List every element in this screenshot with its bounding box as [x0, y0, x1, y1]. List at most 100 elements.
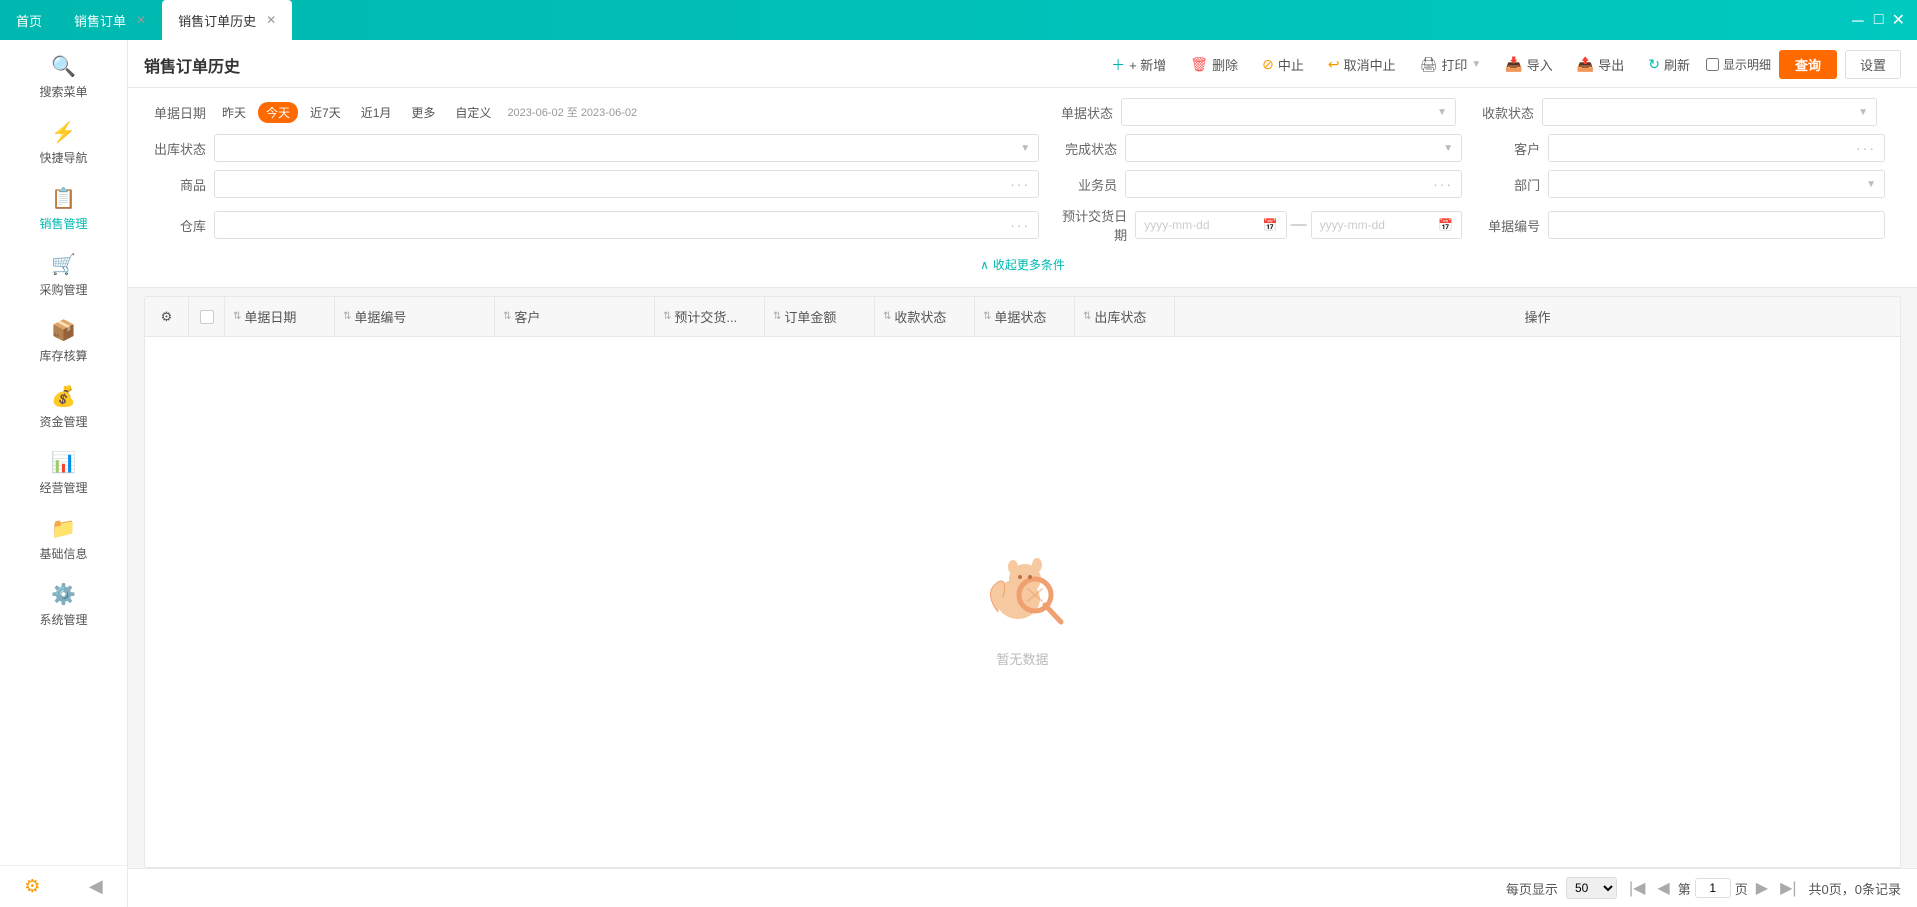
sidebar-item-finance-mgmt[interactable]: 💰 资金管理	[0, 374, 127, 440]
out-status-label: 出库状态	[144, 139, 214, 158]
tab-sales-order-history[interactable]: 销售订单历史 ✕	[162, 0, 292, 40]
th-amount-sort-icon: ⇅	[773, 311, 781, 322]
calendar-to-icon[interactable]: 📅	[1438, 218, 1453, 232]
page-suffix: 页	[1735, 879, 1748, 898]
filter-section-department: 部门 ▼	[1478, 170, 1885, 198]
per-page-select[interactable]: 10 20 50 100	[1566, 877, 1617, 899]
warehouse-input[interactable]: ···	[214, 211, 1039, 239]
per-page-label: 每页显示	[1506, 879, 1558, 898]
salesperson-dots-icon: ···	[1433, 176, 1453, 192]
main-content: 销售订单历史 ＋ + 新增 🗑 删除 ⊘ 中止 ↩ 取消中止	[128, 40, 1917, 907]
export-icon: 📤	[1577, 56, 1594, 73]
date-btn-more[interactable]: 更多	[403, 102, 443, 123]
close-tab-sales-order-history[interactable]: ✕	[266, 13, 276, 27]
th-out[interactable]: ⇅ 出库状态	[1075, 297, 1175, 336]
date-btn-7days[interactable]: 近7天	[302, 102, 349, 123]
sidebar-item-quick-nav[interactable]: ⚡ 快捷导航	[0, 110, 127, 176]
prev-page-button[interactable]: ◀	[1653, 878, 1673, 898]
first-page-button[interactable]: |◀	[1625, 878, 1649, 898]
finance-mgmt-icon: 💰	[51, 384, 76, 409]
th-checkbox[interactable]	[189, 297, 225, 336]
th-customer[interactable]: ⇅ 客户	[495, 297, 655, 336]
toolbar: ＋ + 新增 🗑 删除 ⊘ 中止 ↩ 取消中止 🖨 打印	[1103, 50, 1901, 79]
th-amount[interactable]: ⇅ 订单金额	[765, 297, 875, 336]
out-status-dropdown[interactable]: ▼	[214, 134, 1039, 162]
delivery-date-label: 预计交货日期	[1055, 206, 1135, 244]
sidebar-item-purchase-mgmt[interactable]: 🛒 采购管理	[0, 242, 127, 308]
product-label: 商品	[144, 175, 214, 194]
th-status-sort-icon: ⇅	[983, 311, 991, 322]
minimize-icon[interactable]: －	[1850, 8, 1866, 32]
th-num[interactable]: ⇅ 单据编号	[335, 297, 495, 336]
import-button[interactable]: 📥 导入	[1497, 52, 1560, 77]
th-pay[interactable]: ⇅ 收款状态	[875, 297, 975, 336]
stop-button[interactable]: ⊘ 中止	[1254, 52, 1312, 77]
th-pay-sort-icon: ⇅	[883, 311, 891, 322]
sidebar-settings-icon[interactable]: ⚙	[24, 876, 40, 897]
refresh-button[interactable]: ↻ 刷新	[1640, 52, 1698, 77]
display-detail-checkbox[interactable]	[1706, 58, 1719, 71]
filter-area: 单据日期 昨天 今天 近7天 近1月 更多 自定义 2023-06-02 至 2…	[128, 88, 1917, 288]
close-tab-sales-order[interactable]: ✕	[136, 13, 146, 27]
salesperson-label: 业务员	[1055, 175, 1125, 194]
customer-dots-icon: ···	[1856, 140, 1876, 156]
delete-button[interactable]: 🗑 删除	[1182, 52, 1246, 77]
th-date[interactable]: ⇅ 单据日期	[225, 297, 335, 336]
filter-section-payment: 收款状态 ▼	[1472, 98, 1877, 126]
last-page-button[interactable]: ▶|	[1776, 878, 1800, 898]
date-range-text: 2023-06-02 至 2023-06-02	[507, 104, 637, 120]
empty-icon	[973, 537, 1073, 637]
date-btn-1month[interactable]: 近1月	[353, 102, 400, 123]
sidebar-item-search-menu[interactable]: 🔍 搜索菜单	[0, 44, 127, 110]
print-button[interactable]: 🖨 打印 ▼	[1412, 52, 1490, 77]
export-button[interactable]: 📤 导出	[1569, 52, 1632, 77]
customer-input[interactable]: ···	[1548, 134, 1885, 162]
close-window-icon[interactable]: ✕	[1892, 10, 1905, 30]
next-page-button[interactable]: ▶	[1752, 878, 1772, 898]
maximize-icon[interactable]: □	[1874, 11, 1884, 29]
window-controls: － □ ✕	[1850, 8, 1917, 32]
calendar-from-icon[interactable]: 📅	[1263, 218, 1278, 232]
tab-sales-order[interactable]: 销售订单 ✕	[58, 0, 162, 40]
collapse-bar[interactable]: ∧ 收起更多条件	[144, 252, 1901, 277]
sidebar-collapse-icon[interactable]: ◀	[89, 876, 103, 897]
sidebar-item-inventory-check[interactable]: 📦 库存核算	[0, 308, 127, 374]
product-input[interactable]: ···	[214, 170, 1039, 198]
th-customer-sort-icon: ⇅	[503, 311, 511, 322]
new-button[interactable]: ＋ + 新增	[1103, 52, 1174, 78]
date-btn-yesterday[interactable]: 昨天	[214, 102, 254, 123]
sidebar-item-ops-mgmt[interactable]: 📊 经营管理	[0, 440, 127, 506]
select-all-checkbox[interactable]	[200, 310, 214, 324]
sidebar-item-system-mgmt[interactable]: ⚙️ 系统管理	[0, 572, 127, 638]
status-dropdown[interactable]: ▼	[1121, 98, 1456, 126]
query-button[interactable]: 查询	[1779, 50, 1837, 79]
th-settings[interactable]: ⚙	[145, 297, 189, 336]
delivery-date-to-input[interactable]: yyyy-mm-dd 📅	[1311, 211, 1462, 239]
th-status[interactable]: ⇅ 单据状态	[975, 297, 1075, 336]
date-filter: 昨天 今天 近7天 近1月 更多 自定义 2023-06-02 至 2023-0…	[214, 102, 637, 123]
filter-section-out-status: 出库状态 ▼	[144, 134, 1039, 162]
date-btn-custom[interactable]: 自定义	[447, 102, 499, 123]
warehouse-label: 仓库	[144, 216, 214, 235]
department-arrow-icon: ▼	[1866, 179, 1876, 190]
th-delivery[interactable]: ⇅ 预计交货...	[655, 297, 765, 336]
tab-list: 首页 销售订单 ✕ 销售订单历史 ✕	[0, 0, 292, 40]
cancel-stop-button[interactable]: ↩ 取消中止	[1320, 52, 1404, 77]
tab-home[interactable]: 首页	[0, 0, 58, 40]
sidebar-item-basic-info[interactable]: 📁 基础信息	[0, 506, 127, 572]
date-btn-today[interactable]: 今天	[258, 102, 298, 123]
empty-text: 暂无数据	[996, 649, 1048, 668]
customer-label: 客户	[1478, 139, 1548, 158]
settings-button[interactable]: 设置	[1845, 50, 1901, 79]
sales-mgmt-icon: 📋	[51, 186, 76, 211]
table-wrapper: ⚙ ⇅ 单据日期 ⇅ 单据编号 ⇅ 客户	[144, 296, 1901, 868]
payment-label: 收款状态	[1472, 103, 1542, 122]
sidebar-item-sales-mgmt[interactable]: 📋 销售管理	[0, 176, 127, 242]
complete-dropdown[interactable]: ▼	[1125, 134, 1462, 162]
payment-dropdown[interactable]: ▼	[1542, 98, 1877, 126]
page-input[interactable]	[1695, 878, 1731, 898]
salesperson-input[interactable]: ···	[1125, 170, 1462, 198]
delivery-date-from-input[interactable]: yyyy-mm-dd 📅	[1135, 211, 1286, 239]
doc-number-input[interactable]	[1548, 211, 1885, 239]
department-dropdown[interactable]: ▼	[1548, 170, 1885, 198]
